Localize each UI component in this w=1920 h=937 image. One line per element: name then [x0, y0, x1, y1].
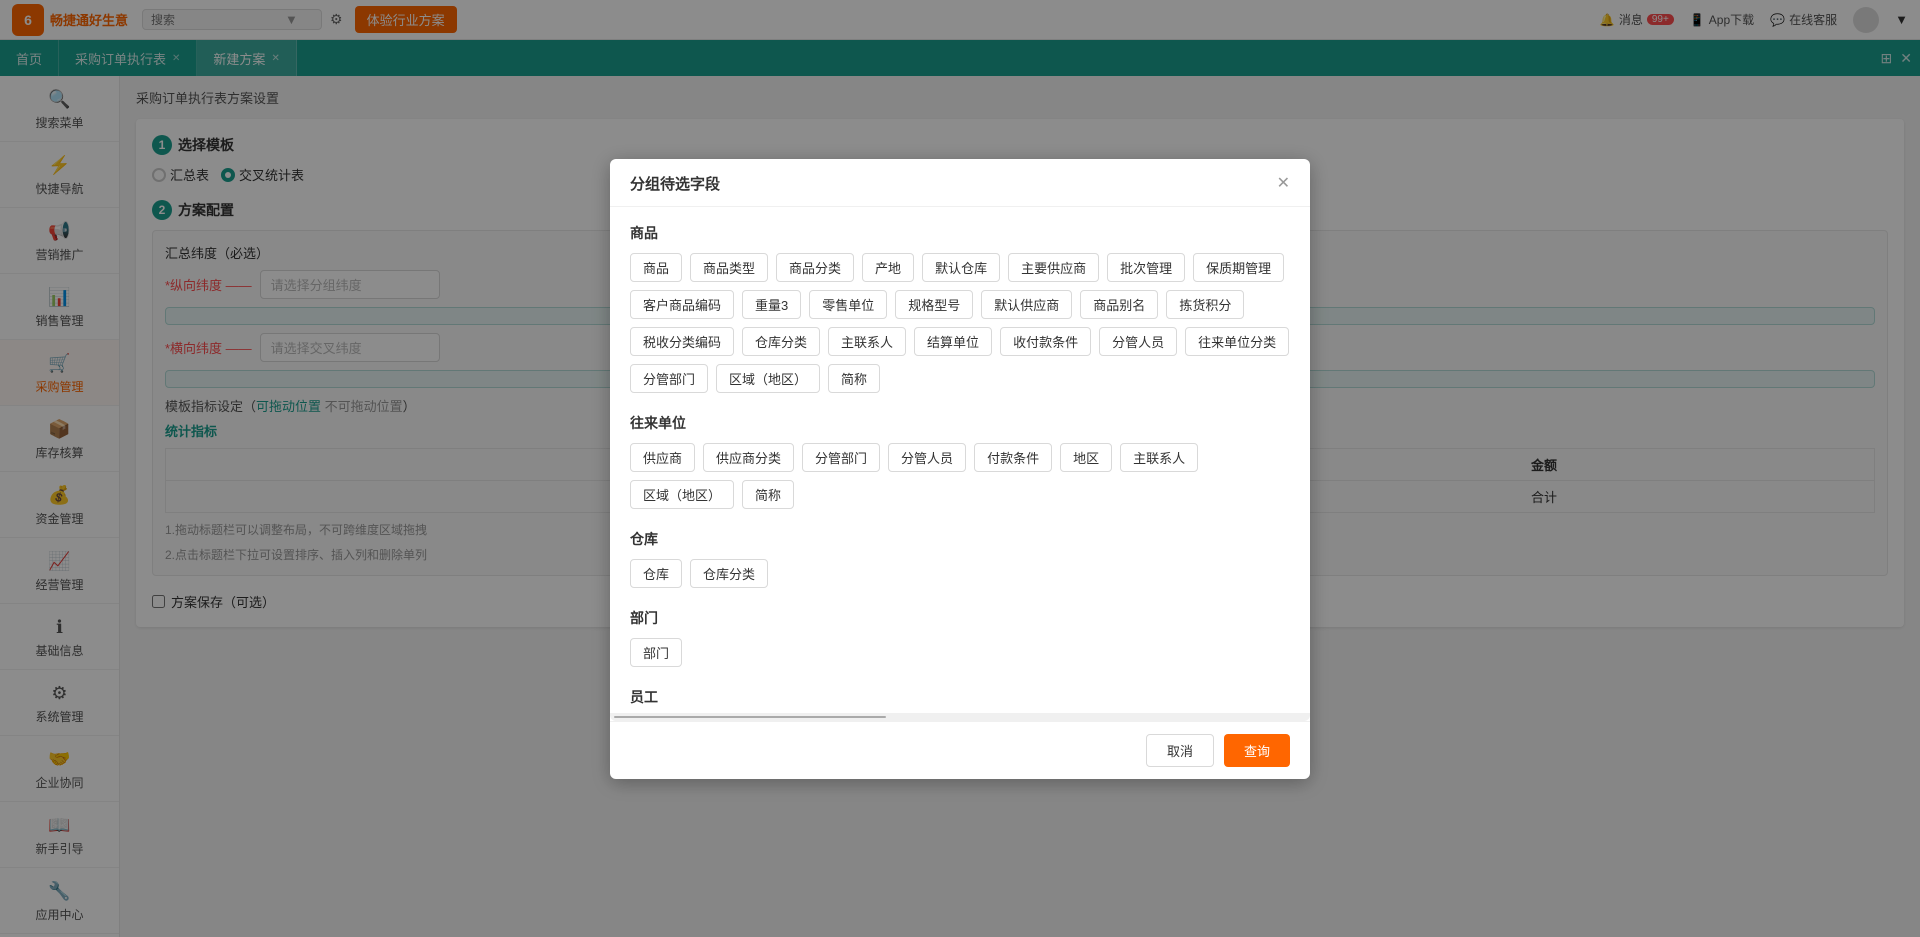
cancel-button[interactable]: 取消: [1146, 734, 1214, 767]
field-tag[interactable]: 商品类型: [690, 253, 768, 282]
field-tag[interactable]: 分管部门: [630, 364, 708, 393]
field-tag[interactable]: 拣货积分: [1166, 290, 1244, 319]
field-tag[interactable]: 规格型号: [895, 290, 973, 319]
field-tag[interactable]: 默认供应商: [981, 290, 1072, 319]
field-tag[interactable]: 批次管理: [1107, 253, 1185, 282]
field-tag[interactable]: 商品分类: [776, 253, 854, 282]
field-tag[interactable]: 默认仓库: [922, 253, 1000, 282]
modal-overlay: 分组待选字段 ✕ 商品商品商品类型商品分类产地默认仓库主要供应商批次管理保质期管…: [0, 0, 1920, 937]
field-tag[interactable]: 分管人员: [888, 443, 966, 472]
modal-title: 分组待选字段: [630, 173, 720, 194]
field-tag[interactable]: 付款条件: [974, 443, 1052, 472]
field-tag[interactable]: 收付款条件: [1000, 327, 1091, 356]
field-tag[interactable]: 结算单位: [914, 327, 992, 356]
field-tag[interactable]: 仓库分类: [690, 559, 768, 588]
field-tag[interactable]: 商品: [630, 253, 682, 282]
field-tag[interactable]: 主联系人: [1120, 443, 1198, 472]
field-tag[interactable]: 产地: [862, 253, 914, 282]
field-tag[interactable]: 区域（地区）: [630, 480, 734, 509]
field-tag[interactable]: 零售单位: [809, 290, 887, 319]
field-tag[interactable]: 主要供应商: [1008, 253, 1099, 282]
field-tag[interactable]: 仓库: [630, 559, 682, 588]
confirm-button[interactable]: 查询: [1224, 734, 1290, 767]
field-grid-部门: 部门: [630, 638, 1290, 667]
section-title-商品: 商品: [630, 223, 1290, 243]
field-grid-往来单位: 供应商供应商分类分管部门分管人员付款条件地区主联系人区域（地区） 简称: [630, 443, 1290, 509]
field-tag[interactable]: 供应商分类: [703, 443, 794, 472]
field-section-部门: 部门部门: [630, 608, 1290, 667]
field-tag[interactable]: 分管人员: [1099, 327, 1177, 356]
field-tag[interactable]: 重量3: [742, 290, 801, 319]
field-tag[interactable]: 简称: [828, 364, 880, 393]
field-tag[interactable]: 部门: [630, 638, 682, 667]
field-grid-商品: 商品商品类型商品分类产地默认仓库主要供应商批次管理保质期管理客户商品编码重量3 零…: [630, 253, 1290, 393]
field-section-员工: 员工业务员: [630, 687, 1290, 713]
modal-footer: 取消 查询: [610, 721, 1310, 779]
section-title-员工: 员工: [630, 687, 1290, 707]
field-tag[interactable]: 主联系人: [828, 327, 906, 356]
modal: 分组待选字段 ✕ 商品商品商品类型商品分类产地默认仓库主要供应商批次管理保质期管…: [610, 159, 1310, 779]
field-tag[interactable]: 分管部门: [802, 443, 880, 472]
modal-body: 商品商品商品类型商品分类产地默认仓库主要供应商批次管理保质期管理客户商品编码重量…: [610, 207, 1310, 713]
section-title-仓库: 仓库: [630, 529, 1290, 549]
field-tag[interactable]: 客户商品编码: [630, 290, 734, 319]
field-tag[interactable]: 地区: [1060, 443, 1112, 472]
modal-scroll-bottom: [610, 713, 1310, 721]
field-tag[interactable]: 商品别名: [1080, 290, 1158, 319]
field-tag[interactable]: 简称: [742, 480, 794, 509]
field-section-仓库: 仓库仓库仓库分类: [630, 529, 1290, 588]
field-tag[interactable]: 仓库分类: [742, 327, 820, 356]
field-tag[interactable]: 供应商: [630, 443, 695, 472]
field-tag[interactable]: 税收分类编码: [630, 327, 734, 356]
field-section-往来单位: 往来单位供应商供应商分类分管部门分管人员付款条件地区主联系人区域（地区） 简称: [630, 413, 1290, 509]
field-grid-仓库: 仓库仓库分类: [630, 559, 1290, 588]
field-tag[interactable]: 往来单位分类: [1185, 327, 1289, 356]
field-section-商品: 商品商品商品类型商品分类产地默认仓库主要供应商批次管理保质期管理客户商品编码重量…: [630, 223, 1290, 393]
field-tag[interactable]: 区域（地区）: [716, 364, 820, 393]
section-title-往来单位: 往来单位: [630, 413, 1290, 433]
section-title-部门: 部门: [630, 608, 1290, 628]
modal-close-icon[interactable]: ✕: [1277, 173, 1290, 193]
modal-header: 分组待选字段 ✕: [610, 159, 1310, 207]
field-tag[interactable]: 保质期管理: [1193, 253, 1284, 282]
